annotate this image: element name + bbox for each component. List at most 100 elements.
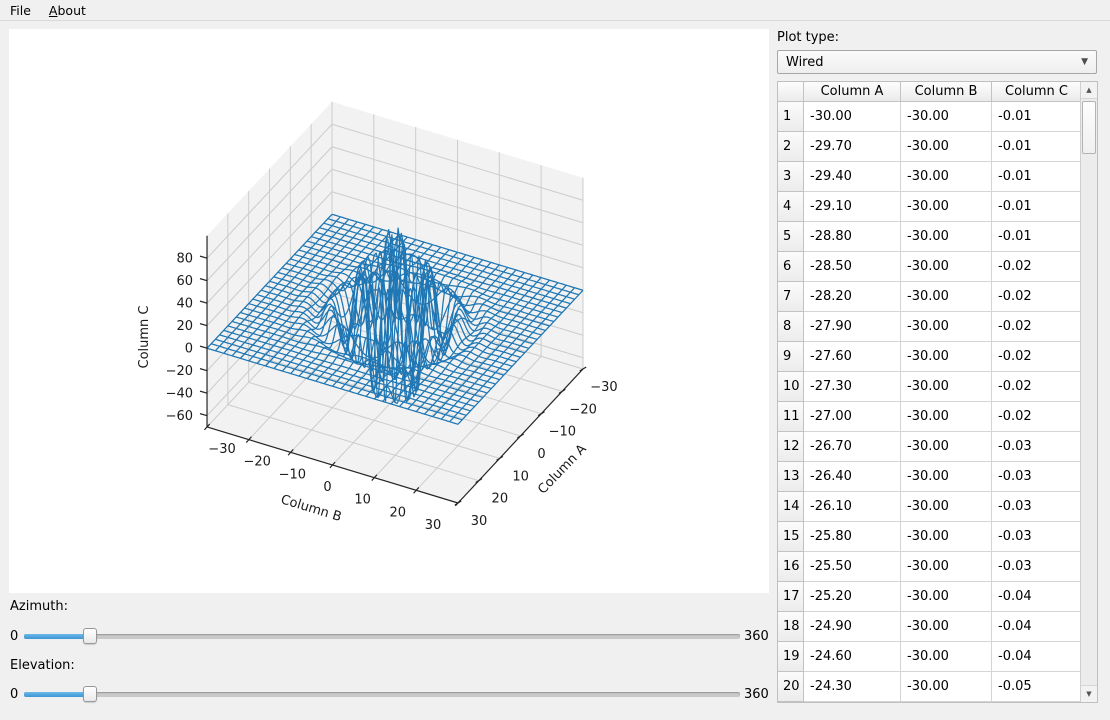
row-header[interactable]: 10 <box>778 372 804 402</box>
table-cell[interactable]: -30.00 <box>901 492 992 522</box>
table-cell[interactable] <box>901 702 992 703</box>
table-cell[interactable]: -0.02 <box>992 342 1082 372</box>
table-cell[interactable]: -0.04 <box>992 642 1082 672</box>
table-cell[interactable]: -30.00 <box>901 522 992 552</box>
table-cell[interactable]: -25.80 <box>804 522 901 552</box>
row-header[interactable]: 15 <box>778 522 804 552</box>
table-cell[interactable]: -30.00 <box>901 222 992 252</box>
table-cell[interactable]: -29.10 <box>804 192 901 222</box>
table-cell[interactable]: -0.02 <box>992 252 1082 282</box>
scroll-down-icon[interactable]: ▼ <box>1081 685 1097 702</box>
table-cell[interactable]: -30.00 <box>901 402 992 432</box>
table-cell[interactable]: -26.40 <box>804 462 901 492</box>
table-cell[interactable]: -30.00 <box>901 642 992 672</box>
table-cell[interactable]: -29.40 <box>804 162 901 192</box>
row-header[interactable] <box>778 702 804 703</box>
plot-type-combobox[interactable]: Wired ▼ <box>777 50 1097 74</box>
table-cell[interactable]: -0.02 <box>992 312 1082 342</box>
row-header[interactable]: 4 <box>778 192 804 222</box>
elevation-slider-handle[interactable] <box>83 686 97 702</box>
row-header[interactable]: 13 <box>778 462 804 492</box>
table-cell[interactable]: -0.03 <box>992 552 1082 582</box>
row-header[interactable]: 3 <box>778 162 804 192</box>
table-cell[interactable]: -24.30 <box>804 672 901 702</box>
row-header[interactable]: 16 <box>778 552 804 582</box>
table-cell[interactable] <box>992 702 1082 703</box>
scrollbar-thumb[interactable] <box>1082 101 1096 154</box>
table-cell[interactable]: -30.00 <box>901 432 992 462</box>
row-header[interactable]: 17 <box>778 582 804 612</box>
table-cell[interactable]: -27.60 <box>804 342 901 372</box>
column-header-column-a[interactable]: Column A <box>804 82 901 102</box>
table-cell[interactable]: -24.90 <box>804 612 901 642</box>
table-cell[interactable]: -28.20 <box>804 282 901 312</box>
table-cell[interactable]: -28.80 <box>804 222 901 252</box>
table-cell[interactable]: -0.05 <box>992 672 1082 702</box>
table-cell[interactable]: -0.02 <box>992 372 1082 402</box>
table-cell[interactable]: -25.20 <box>804 582 901 612</box>
table-cell[interactable]: -27.90 <box>804 312 901 342</box>
table-cell[interactable]: -25.50 <box>804 552 901 582</box>
table-cell[interactable]: -0.03 <box>992 522 1082 552</box>
elevation-slider-track[interactable] <box>24 692 740 697</box>
table-cell[interactable]: -24.60 <box>804 642 901 672</box>
table-cell[interactable]: -0.02 <box>992 402 1082 432</box>
row-header[interactable]: 5 <box>778 222 804 252</box>
row-header[interactable]: 12 <box>778 432 804 462</box>
table-cell[interactable] <box>804 702 901 703</box>
table-cell[interactable]: -30.00 <box>901 342 992 372</box>
table-cell[interactable]: -0.01 <box>992 162 1082 192</box>
row-header[interactable]: 14 <box>778 492 804 522</box>
row-header[interactable]: 19 <box>778 642 804 672</box>
table-cell[interactable]: -0.01 <box>992 222 1082 252</box>
table-cell[interactable]: -30.00 <box>901 582 992 612</box>
scroll-up-icon[interactable]: ▲ <box>1081 82 1097 99</box>
table-cell[interactable]: -30.00 <box>901 672 992 702</box>
table-cell[interactable]: -28.50 <box>804 252 901 282</box>
table-cell[interactable]: -30.00 <box>901 552 992 582</box>
menu-item-file[interactable]: File <box>10 3 31 18</box>
table-cell[interactable]: -30.00 <box>901 132 992 162</box>
table-cell[interactable]: -0.03 <box>992 492 1082 522</box>
table-cell[interactable]: -30.00 <box>901 252 992 282</box>
azimuth-slider-track[interactable] <box>24 634 740 639</box>
table-cell[interactable]: -30.00 <box>901 372 992 402</box>
table-cell[interactable]: -30.00 <box>901 312 992 342</box>
row-header[interactable]: 9 <box>778 342 804 372</box>
row-header[interactable]: 1 <box>778 102 804 132</box>
row-header[interactable]: 2 <box>778 132 804 162</box>
table-cell[interactable]: -27.30 <box>804 372 901 402</box>
row-header[interactable]: 6 <box>778 252 804 282</box>
row-header[interactable]: 20 <box>778 672 804 702</box>
azimuth-slider-handle[interactable] <box>83 628 97 644</box>
row-header[interactable]: 8 <box>778 312 804 342</box>
plot-canvas[interactable]: −30−20−100102030−30−20−10010203080604020… <box>9 29 769 593</box>
table-cell[interactable]: -0.03 <box>992 462 1082 492</box>
table-cell[interactable]: -0.01 <box>992 192 1082 222</box>
table-cell[interactable]: -30.00 <box>901 162 992 192</box>
column-header-column-b[interactable]: Column B <box>901 82 992 102</box>
table-cell[interactable]: -30.00 <box>901 462 992 492</box>
table-cell[interactable]: -0.01 <box>992 132 1082 162</box>
table-scrollbar[interactable]: ▲ ▼ <box>1080 82 1097 702</box>
table-cell[interactable]: -29.70 <box>804 132 901 162</box>
table-cell[interactable]: -30.00 <box>901 102 992 132</box>
table-cell[interactable]: -30.00 <box>901 612 992 642</box>
table-corner-cell[interactable] <box>778 82 804 102</box>
table-cell[interactable]: -0.02 <box>992 282 1082 312</box>
table-cell[interactable]: -27.00 <box>804 402 901 432</box>
table-cell[interactable]: -30.00 <box>804 102 901 132</box>
table-cell[interactable]: -30.00 <box>901 192 992 222</box>
table-cell[interactable]: -0.03 <box>992 432 1082 462</box>
table-cell[interactable]: -26.70 <box>804 432 901 462</box>
row-header[interactable]: 11 <box>778 402 804 432</box>
row-header[interactable]: 7 <box>778 282 804 312</box>
table-cell[interactable]: -0.01 <box>992 102 1082 132</box>
table-cell[interactable]: -26.10 <box>804 492 901 522</box>
row-header[interactable]: 18 <box>778 612 804 642</box>
menu-item-about[interactable]: About <box>49 3 86 18</box>
table-cell[interactable]: -30.00 <box>901 282 992 312</box>
column-header-column-c[interactable]: Column C <box>992 82 1082 102</box>
table-cell[interactable]: -0.04 <box>992 582 1082 612</box>
table-cell[interactable]: -0.04 <box>992 612 1082 642</box>
